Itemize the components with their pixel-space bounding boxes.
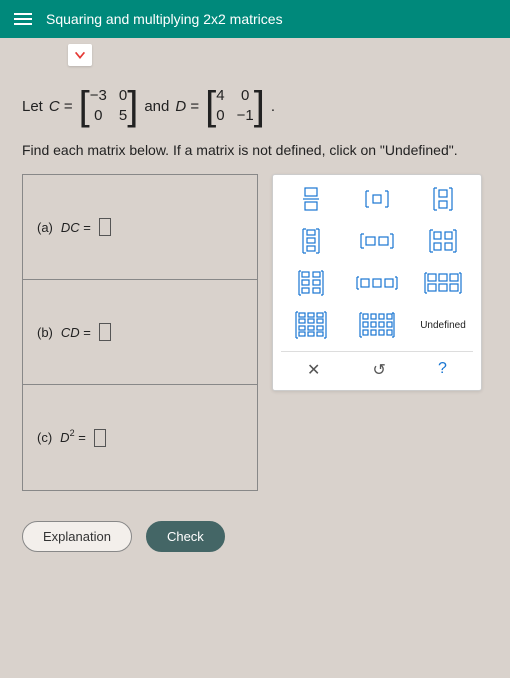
explanation-button[interactable]: Explanation [22, 521, 132, 552]
chevron-row [0, 38, 510, 66]
part-b-input[interactable] [99, 323, 111, 341]
part-b-row: (b) CD = [23, 280, 257, 385]
answers-table: (a) DC = (b) CD = (c) D2 = [22, 174, 258, 491]
undefined-button[interactable]: Undefined [419, 311, 467, 339]
and-text: and [144, 98, 169, 115]
menu-icon[interactable] [14, 10, 32, 28]
part-c-row: (c) D2 = [23, 385, 257, 490]
instruction-text: Find each matrix below. If a matrix is n… [22, 142, 488, 158]
part-b-label: (b) [37, 325, 53, 340]
input-palette: Undefined ✕ ↺ ? [272, 174, 482, 391]
part-c-input[interactable] [94, 429, 106, 447]
matrix-2x2-icon[interactable] [419, 227, 467, 255]
matrix-3x4-icon[interactable] [353, 311, 401, 339]
matrix-3x2-icon[interactable] [287, 269, 335, 297]
let-text: Let [22, 98, 43, 115]
app-header: Squaring and multiplying 2x2 matrices [0, 0, 510, 38]
matrix-4x3-icon[interactable] [287, 311, 335, 339]
var-c: C [49, 98, 60, 115]
check-button[interactable]: Check [146, 521, 225, 552]
matrix-d: [ 40 0−1 ] [205, 86, 265, 126]
matrix-1x3-icon[interactable] [353, 269, 401, 297]
matrix-definitions: Let C = [ −30 05 ] and D = [ 40 0−1 ] . [22, 86, 488, 126]
page-title: Squaring and multiplying 2x2 matrices [46, 11, 283, 27]
reset-button[interactable]: ↺ [373, 360, 386, 380]
part-a-row: (a) DC = [23, 175, 257, 280]
var-d: D [175, 98, 186, 115]
action-buttons: Explanation Check [0, 503, 510, 570]
matrix-1x2-icon[interactable] [353, 227, 401, 255]
chevron-down-button[interactable] [68, 44, 92, 66]
part-a-label: (a) [37, 220, 53, 235]
matrix-3x1-icon[interactable] [287, 227, 335, 255]
part-a-input[interactable] [99, 218, 111, 236]
help-button[interactable]: ? [438, 360, 447, 380]
clear-button[interactable]: ✕ [307, 360, 320, 380]
matrix-2x1-icon[interactable] [419, 185, 467, 213]
matrix-1x1-icon[interactable] [353, 185, 401, 213]
content-area: Let C = [ −30 05 ] and D = [ 40 0−1 ] . … [0, 66, 510, 503]
part-c-label: (c) [37, 430, 52, 445]
fraction-icon[interactable] [287, 185, 335, 213]
matrix-c: [ −30 05 ] [79, 86, 139, 126]
matrix-2x3-icon[interactable] [419, 269, 467, 297]
